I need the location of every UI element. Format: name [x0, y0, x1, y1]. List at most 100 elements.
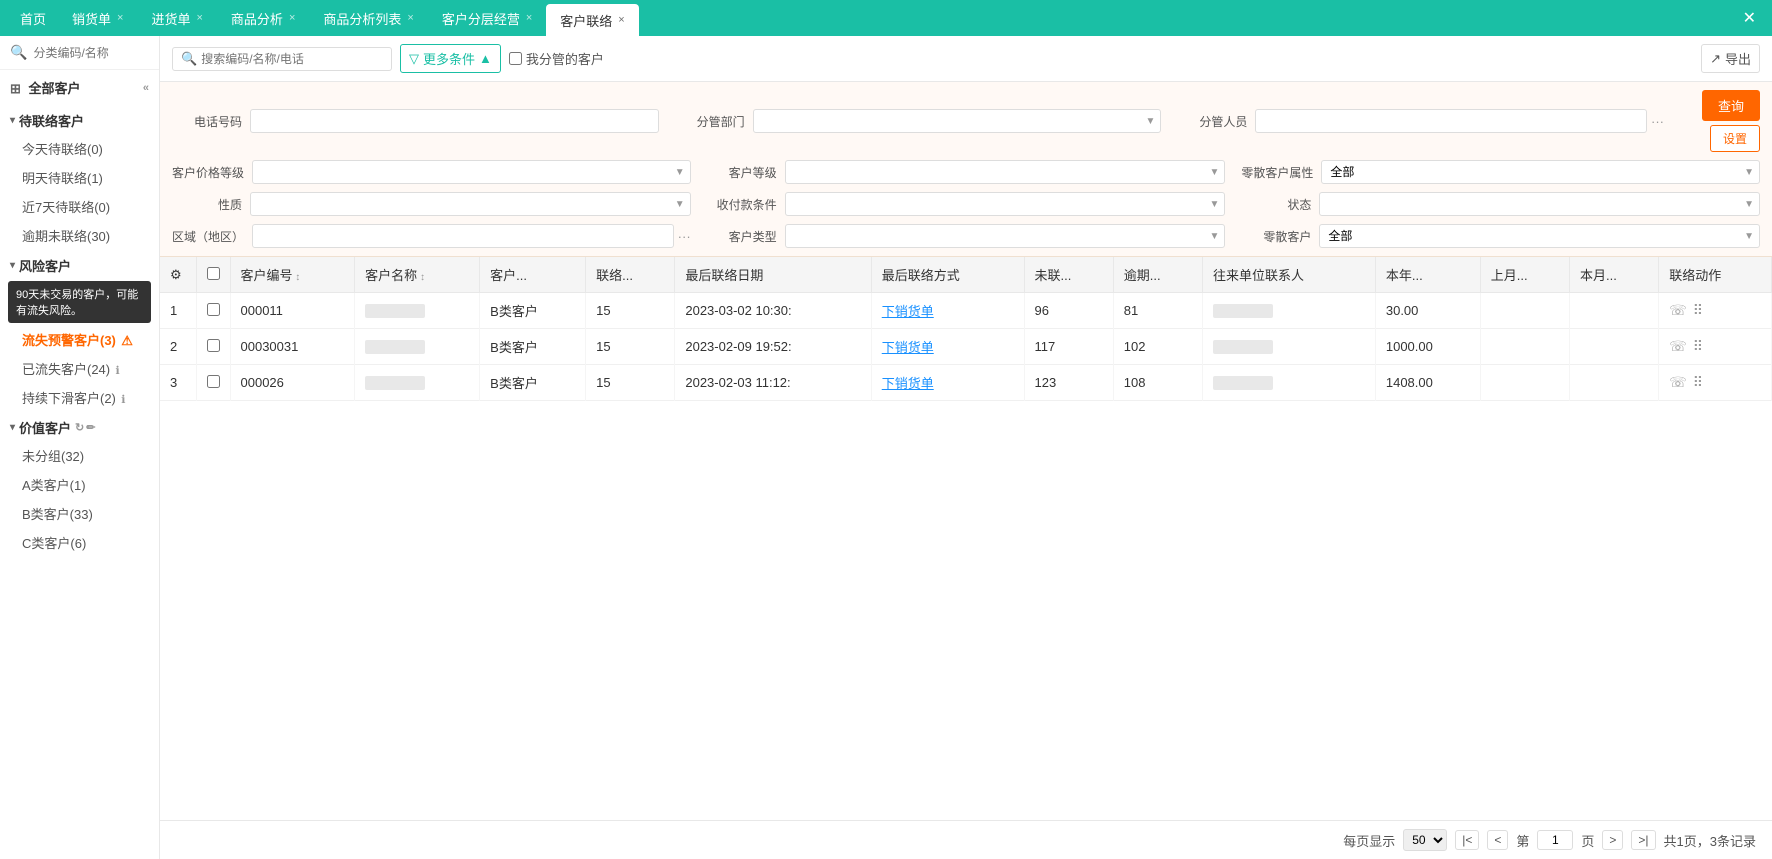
select-all-checkbox[interactable]: [207, 267, 220, 280]
nav-close-analysis-list[interactable]: ×: [407, 12, 413, 24]
last-page-button[interactable]: >|: [1631, 830, 1655, 850]
search-icon: 🔍: [181, 51, 197, 67]
filter-label-nature: 性质: [172, 196, 242, 213]
nav-item-sales[interactable]: 销货单 ×: [58, 0, 137, 36]
nav-item-purchase[interactable]: 进货单 ×: [137, 0, 216, 36]
nav-close-analysis[interactable]: ×: [289, 12, 295, 24]
filter-select-wrap-status: ▼: [1319, 192, 1760, 216]
search-input[interactable]: [201, 52, 383, 66]
col-not-contacted[interactable]: 未联...: [1024, 257, 1113, 293]
sidebar-group-value[interactable]: ▾ 价值客户 ↻ ✏: [0, 412, 159, 441]
query-button[interactable]: 查询: [1702, 90, 1760, 121]
more-conditions-button[interactable]: ▽ 更多条件 ▲: [400, 44, 501, 73]
more-action-icon[interactable]: ⠿: [1693, 338, 1703, 355]
cell-index: 3: [160, 365, 196, 401]
col-last-month[interactable]: 上月...: [1480, 257, 1569, 293]
col-checkbox: [196, 257, 230, 293]
nav-item-home[interactable]: 首页: [8, 0, 58, 36]
sidebar-group-label-risk: 风险客户: [19, 256, 71, 275]
nav-close-customer-contact[interactable]: ×: [618, 14, 624, 26]
contact-method-link[interactable]: 下销货单: [882, 340, 934, 355]
cell-not-contacted: 96: [1024, 293, 1113, 329]
prev-page-button[interactable]: <: [1487, 830, 1508, 850]
per-page-select[interactable]: 50: [1403, 829, 1447, 851]
sidebar-item-tomorrow[interactable]: 明天待联络(1): [0, 163, 159, 192]
sidebar-item-class-a[interactable]: A类客户(1): [0, 470, 159, 499]
settings-button[interactable]: 设置: [1710, 125, 1760, 152]
col-this-year[interactable]: 本年...: [1375, 257, 1480, 293]
col-settings[interactable]: ⚙: [160, 257, 196, 293]
filter-select-wrap-customer-type: ▼: [785, 224, 1226, 248]
nav-item-customer-tier[interactable]: 客户分层经营 ×: [428, 0, 546, 36]
first-page-button[interactable]: |<: [1455, 830, 1479, 850]
next-page-button[interactable]: >: [1602, 830, 1623, 850]
sidebar-item-label-overdue: 逾期未联络(30): [22, 229, 110, 244]
sidebar-item-7days[interactable]: 近7天待联络(0): [0, 192, 159, 221]
per-page-label: 每页显示: [1343, 831, 1395, 850]
nav-close-sales[interactable]: ×: [117, 12, 123, 24]
sidebar-group-risk[interactable]: ▾ 风险客户: [0, 250, 159, 279]
sidebar-item-churned[interactable]: 已流失客户(24) ℹ: [0, 354, 159, 383]
nav-item-customer-contact[interactable]: 客户联络 ×: [546, 4, 638, 36]
my-customers-checkbox-wrap[interactable]: 我分管的客户: [509, 49, 604, 68]
sidebar-item-class-b[interactable]: B类客户(33): [0, 499, 159, 528]
sidebar-item-label-tomorrow: 明天待联络(1): [22, 171, 103, 186]
filter-field-department: 分管部门 ▼: [675, 109, 1162, 133]
filter-select-zero-attr[interactable]: 全部: [1321, 160, 1760, 184]
filter-select-price-level[interactable]: [252, 160, 691, 184]
contact-action-icon[interactable]: ☏: [1669, 338, 1687, 355]
sidebar-group-pending[interactable]: ▾ 待联络客户: [0, 105, 159, 134]
filter-select-status[interactable]: [1319, 192, 1760, 216]
more-action-icon[interactable]: ⠿: [1693, 374, 1703, 391]
col-level[interactable]: 客户...: [480, 257, 586, 293]
col-name[interactable]: 客户名称: [355, 257, 480, 293]
contact-action-icon[interactable]: ☏: [1669, 374, 1687, 391]
col-last-contact-method[interactable]: 最后联络方式: [871, 257, 1024, 293]
filter-input-area[interactable]: [252, 224, 674, 248]
contact-method-link[interactable]: 下销货单: [882, 304, 934, 319]
row-checkbox-2[interactable]: [207, 375, 220, 388]
filter-input-phone[interactable]: [250, 109, 659, 133]
sidebar-item-today[interactable]: 今天待联络(0): [0, 134, 159, 163]
close-all-button[interactable]: ✕: [1735, 8, 1764, 28]
row-checkbox-0[interactable]: [207, 303, 220, 316]
contact-method-link[interactable]: 下销货单: [882, 376, 934, 391]
filter-input-manager[interactable]: [1255, 109, 1647, 133]
edit-icon-value[interactable]: ✏: [86, 421, 95, 434]
filter-select-nature[interactable]: [250, 192, 691, 216]
sidebar-root-header[interactable]: ⊞ 全部客户 «: [0, 70, 159, 105]
nav-close-customer-tier[interactable]: ×: [526, 12, 532, 24]
col-contact-person[interactable]: 往来单位联系人: [1203, 257, 1376, 293]
export-button[interactable]: ↗ 导出: [1701, 44, 1760, 73]
filter-select-customer-type[interactable]: [785, 224, 1226, 248]
filter-select-customer-level[interactable]: [785, 160, 1226, 184]
sidebar-item-churn-warning[interactable]: 流失预警客户(3) ⚠: [0, 325, 159, 354]
sidebar-item-class-c[interactable]: C类客户(6): [0, 528, 159, 557]
nav-item-analysis[interactable]: 商品分析 ×: [217, 0, 309, 36]
col-this-month[interactable]: 本月...: [1570, 257, 1659, 293]
col-contact[interactable]: 联络...: [586, 257, 675, 293]
col-code[interactable]: 客户编号: [230, 257, 355, 293]
sidebar-item-ungrouped[interactable]: 未分组(32): [0, 441, 159, 470]
page-number-input[interactable]: [1537, 830, 1573, 850]
col-last-contact-date[interactable]: 最后联络日期: [675, 257, 871, 293]
my-customers-checkbox[interactable]: [509, 52, 522, 65]
cell-level: B类客户: [480, 365, 586, 401]
col-overdue[interactable]: 逾期...: [1113, 257, 1202, 293]
more-action-icon[interactable]: ⠿: [1693, 302, 1703, 319]
row-checkbox-1[interactable]: [207, 339, 220, 352]
nav-close-purchase[interactable]: ×: [196, 12, 202, 24]
manager-more-icon[interactable]: ···: [1651, 114, 1664, 129]
filter-select-pay-terms[interactable]: [785, 192, 1226, 216]
contact-action-icon[interactable]: ☏: [1669, 302, 1687, 319]
area-more-icon[interactable]: ···: [678, 229, 691, 244]
filter-select-department[interactable]: [753, 109, 1162, 133]
sidebar-item-declining[interactable]: 持续下滑客户(2) ℹ: [0, 383, 159, 412]
settings-icon[interactable]: ⚙: [170, 267, 182, 282]
nav-item-analysis-list[interactable]: 商品分析列表 ×: [309, 0, 427, 36]
filter-select-zero-customer[interactable]: 全部: [1319, 224, 1760, 248]
cell-this-month: [1570, 293, 1659, 329]
refresh-icon-value[interactable]: ↻: [75, 421, 84, 434]
sidebar-item-overdue[interactable]: 逾期未联络(30): [0, 221, 159, 250]
sidebar-search-input[interactable]: [33, 46, 160, 60]
